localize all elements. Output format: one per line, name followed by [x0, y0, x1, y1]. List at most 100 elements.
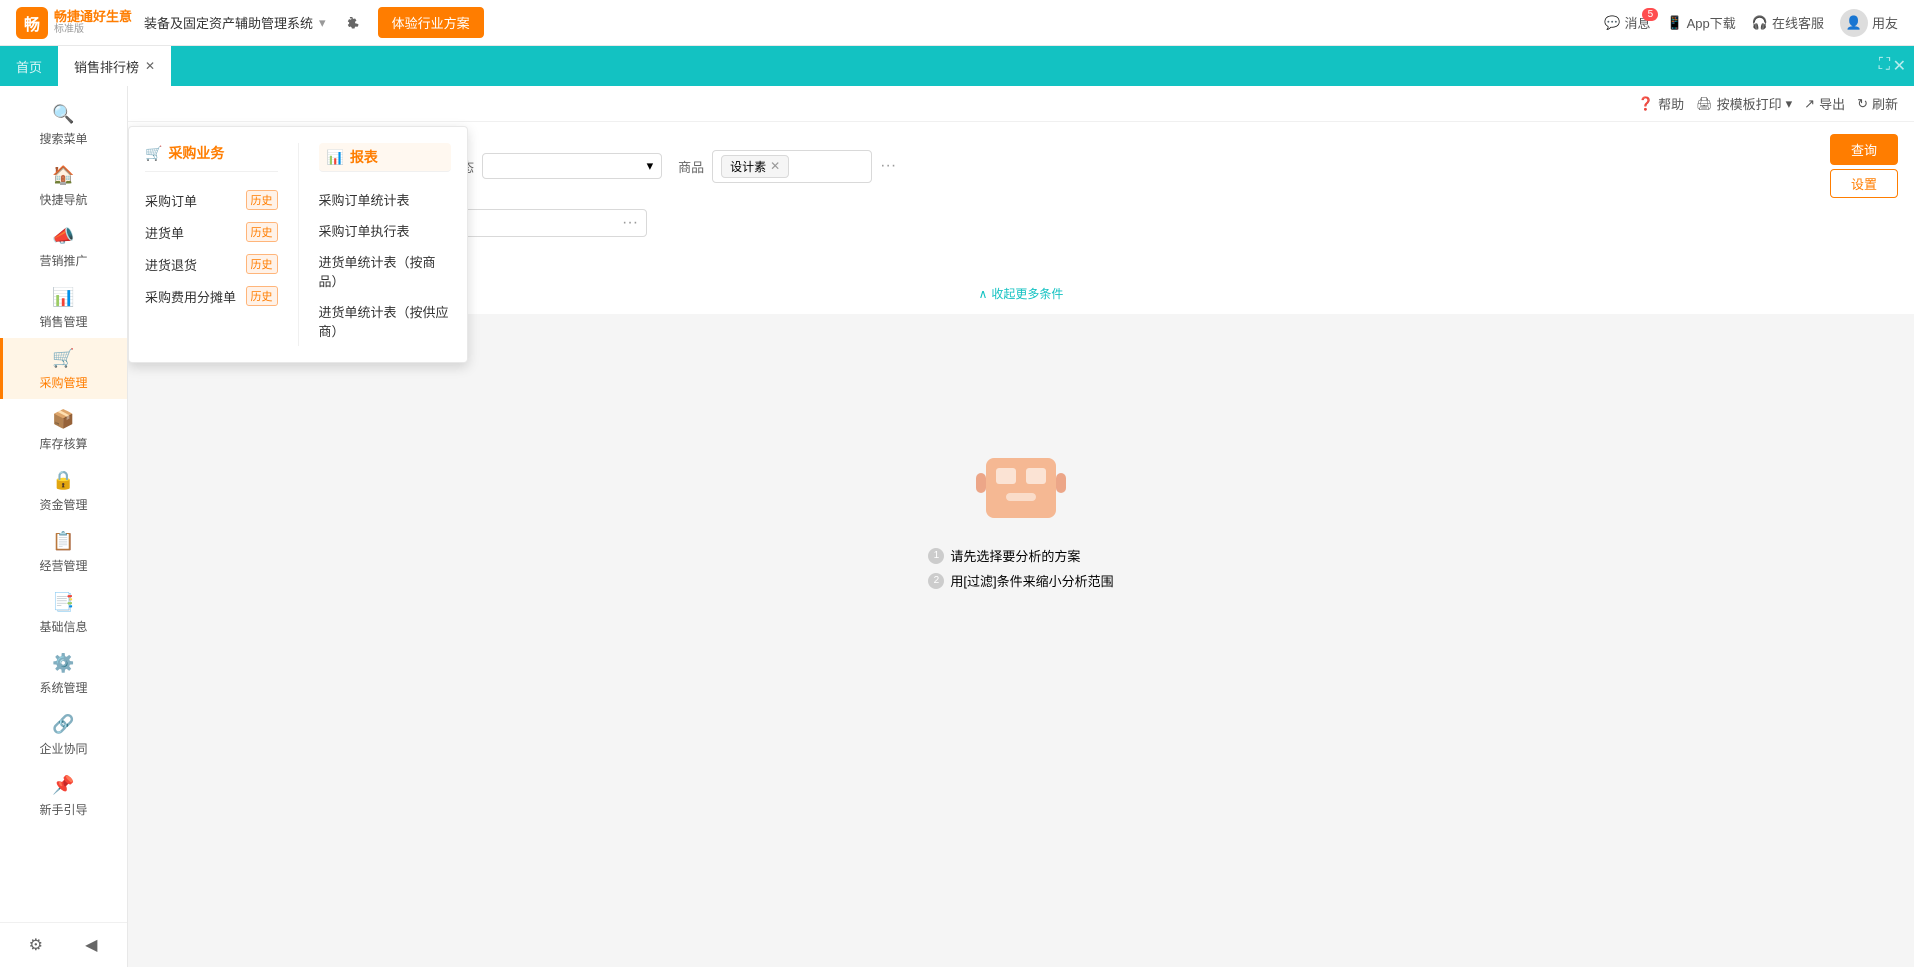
- settings-bottom-button[interactable]: ⚙: [22, 931, 50, 959]
- search-icon: 🔍: [52, 102, 76, 126]
- tab-close-icon[interactable]: ✕: [145, 59, 155, 73]
- tab-close-all-icon[interactable]: ✕: [1893, 56, 1906, 76]
- dropdown-item-report-3[interactable]: 进货单统计表（按供应商）: [319, 296, 452, 346]
- trial-button[interactable]: 体验行业方案: [378, 7, 484, 38]
- salesman-select[interactable]: ···: [447, 209, 647, 237]
- message-icon: 💬: [1604, 15, 1620, 31]
- logo-title: 畅捷通好生意: [54, 9, 132, 25]
- sidebar-item-guide[interactable]: 📌 新手引导: [0, 765, 127, 826]
- avatar: 👤: [1840, 9, 1868, 37]
- sidebar-item-system[interactable]: ⚙️ 系统管理: [0, 643, 127, 704]
- dropdown-item-goods-return[interactable]: 进货退货 历史: [145, 248, 278, 280]
- system-name: 装备及固定资产辅助管理系统 ▾: [144, 13, 326, 32]
- action-buttons: 查询 设置: [1830, 134, 1898, 198]
- history-tag-0: 历史: [246, 190, 278, 210]
- goods-select[interactable]: 设计素 ✕: [712, 150, 872, 183]
- sidebar-item-operations[interactable]: 📋 经营管理: [0, 521, 127, 582]
- app-download-group[interactable]: 📱 App下载: [1666, 13, 1735, 32]
- empty-icon: [971, 438, 1071, 538]
- refresh-button[interactable]: ↻ 刷新: [1857, 94, 1898, 113]
- empty-tip-1: 1 请先选择要分析的方案: [928, 546, 1113, 565]
- goods-tag-close[interactable]: ✕: [770, 159, 780, 173]
- empty-tips: 1 请先选择要分析的方案 2 用[过滤]条件来缩小分析范围: [928, 546, 1113, 590]
- sidebar-item-search[interactable]: 🔍 搜索菜单: [0, 94, 127, 155]
- toolbar: ❓ 帮助 🖨 按模板打印 ▾ ↗ 导出 ↻ 刷新: [128, 86, 1914, 122]
- dropdown-item-purchase-order[interactable]: 采购订单 历史: [145, 184, 278, 216]
- logo-text: 畅捷通好生意 标准版: [54, 9, 132, 37]
- query-button[interactable]: 查询: [1830, 134, 1898, 165]
- message-badge: 5: [1642, 8, 1658, 21]
- salesman-more-button[interactable]: ···: [622, 214, 638, 232]
- help-button[interactable]: ❓ 帮助: [1638, 94, 1684, 113]
- purchase-section-title: 🛒 采购业务: [145, 143, 278, 172]
- bill-status-select[interactable]: ▾: [482, 153, 662, 179]
- guide-icon: 📌: [52, 773, 76, 797]
- dropdown-arrow-icon[interactable]: ▾: [319, 15, 326, 31]
- marketing-icon: 📣: [52, 224, 76, 248]
- help-icon: ❓: [1638, 96, 1654, 112]
- tab-expand-icon[interactable]: ⛶: [1879, 56, 1890, 74]
- operations-icon: 📋: [52, 529, 76, 553]
- dropdown-item-report-1[interactable]: 采购订单执行表: [319, 215, 452, 246]
- sidebar: 🔍 搜索菜单 🏠 快捷导航 📣 营销推广 📊 销售管理 🛒 采购管理 📦 库存核…: [0, 86, 128, 967]
- dropdown-item-purchase-expense[interactable]: 采购费用分摊单 历史: [145, 280, 278, 312]
- sidebar-bottom: ⚙ ◀: [0, 922, 127, 967]
- tab-home[interactable]: 首页: [0, 46, 58, 86]
- sidebar-item-enterprise[interactable]: 🔗 企业协同: [0, 704, 127, 765]
- print-button[interactable]: 🖨 按模板打印 ▾: [1696, 94, 1792, 113]
- settings-filter-button[interactable]: 设置: [1830, 169, 1898, 198]
- sidebar-item-basic-info[interactable]: 📑 基础信息: [0, 582, 127, 643]
- report-icon: 📊: [327, 149, 344, 166]
- tab-sales-ranking[interactable]: 销售排行榜 ✕: [58, 46, 171, 86]
- tip-num-1: 1: [928, 548, 944, 564]
- history-tag-2: 历史: [246, 254, 278, 274]
- phone-icon: 📱: [1666, 15, 1682, 31]
- empty-state: 1 请先选择要分析的方案 2 用[过滤]条件来缩小分析范围: [128, 314, 1914, 714]
- message-icon-group[interactable]: 💬 消息 5: [1604, 13, 1650, 32]
- logo-icon: 畅: [16, 7, 48, 39]
- action-area: 查询 设置: [1830, 134, 1898, 198]
- export-button[interactable]: ↗ 导出: [1804, 94, 1845, 113]
- finance-icon: 🔒: [52, 468, 76, 492]
- purchase-section: 🛒 采购业务 采购订单 历史 进货单 历史 进货退货 历史 采购费用分摊单: [145, 143, 278, 346]
- sales-icon: 📊: [52, 285, 76, 309]
- sidebar-item-quick-nav[interactable]: 🏠 快捷导航: [0, 155, 127, 216]
- collapse-sidebar-button[interactable]: ◀: [77, 931, 105, 959]
- goods-more-button[interactable]: ···: [880, 157, 896, 175]
- basic-info-icon: 📑: [52, 590, 76, 614]
- system-settings-button[interactable]: [338, 9, 366, 37]
- reports-section-title: 📊 报表: [319, 143, 452, 172]
- dropdown-item-report-0[interactable]: 采购订单统计表: [319, 184, 452, 215]
- print-dropdown-icon: ▾: [1786, 96, 1793, 112]
- history-tag-1: 历史: [246, 222, 278, 242]
- logo-subtitle: 标准版: [54, 24, 132, 36]
- goods-label: 商品: [678, 157, 704, 176]
- tab-bar: 首页 销售排行榜 ✕ ⛶ ✕: [0, 46, 1914, 86]
- top-header: 畅 畅捷通好生意 标准版 装备及固定资产辅助管理系统 ▾ 体验行业方案 💬 消息…: [0, 0, 1914, 46]
- purchase-section-icon: 🛒: [145, 145, 162, 162]
- user-group[interactable]: 👤 用友: [1840, 9, 1898, 37]
- sidebar-item-finance[interactable]: 🔒 资金管理: [0, 460, 127, 521]
- inventory-icon: 📦: [52, 407, 76, 431]
- print-icon: 🖨: [1696, 96, 1713, 112]
- collapse-button[interactable]: ∧ 收起更多条件: [979, 285, 1064, 302]
- headset-icon: 🎧: [1752, 15, 1768, 31]
- enterprise-icon: 🔗: [52, 712, 76, 736]
- empty-tip-2: 2 用[过滤]条件来缩小分析范围: [928, 571, 1113, 590]
- refresh-icon: ↻: [1857, 96, 1868, 112]
- tip-num-2: 2: [928, 573, 944, 589]
- goods-filter-item: 商品 设计素 ✕ ···: [678, 150, 896, 183]
- purchase-dropdown-menu: 🛒 采购业务 采购订单 历史 进货单 历史 进货退货 历史 采购费用分摊单: [128, 126, 468, 363]
- sidebar-item-marketing[interactable]: 📣 营销推广: [0, 216, 127, 277]
- dropdown-item-report-2[interactable]: 进货单统计表（按商品）: [319, 246, 452, 296]
- header-right: 💬 消息 5 📱 App下载 🎧 在线客服 👤 用友: [1604, 9, 1898, 37]
- dropdown-divider: [298, 143, 299, 346]
- sidebar-item-sales[interactable]: 📊 销售管理: [0, 277, 127, 338]
- dropdown-item-goods-receipt[interactable]: 进货单 历史: [145, 216, 278, 248]
- home-icon: 🏠: [52, 163, 76, 187]
- sidebar-item-purchase[interactable]: 🛒 采购管理: [0, 338, 127, 399]
- history-tag-3: 历史: [246, 286, 278, 306]
- reports-section: 📊 报表 采购订单统计表 采购订单执行表 进货单统计表（按商品） 进货单统计表（…: [319, 143, 452, 346]
- sidebar-item-inventory[interactable]: 📦 库存核算: [0, 399, 127, 460]
- online-service-group[interactable]: 🎧 在线客服: [1752, 13, 1824, 32]
